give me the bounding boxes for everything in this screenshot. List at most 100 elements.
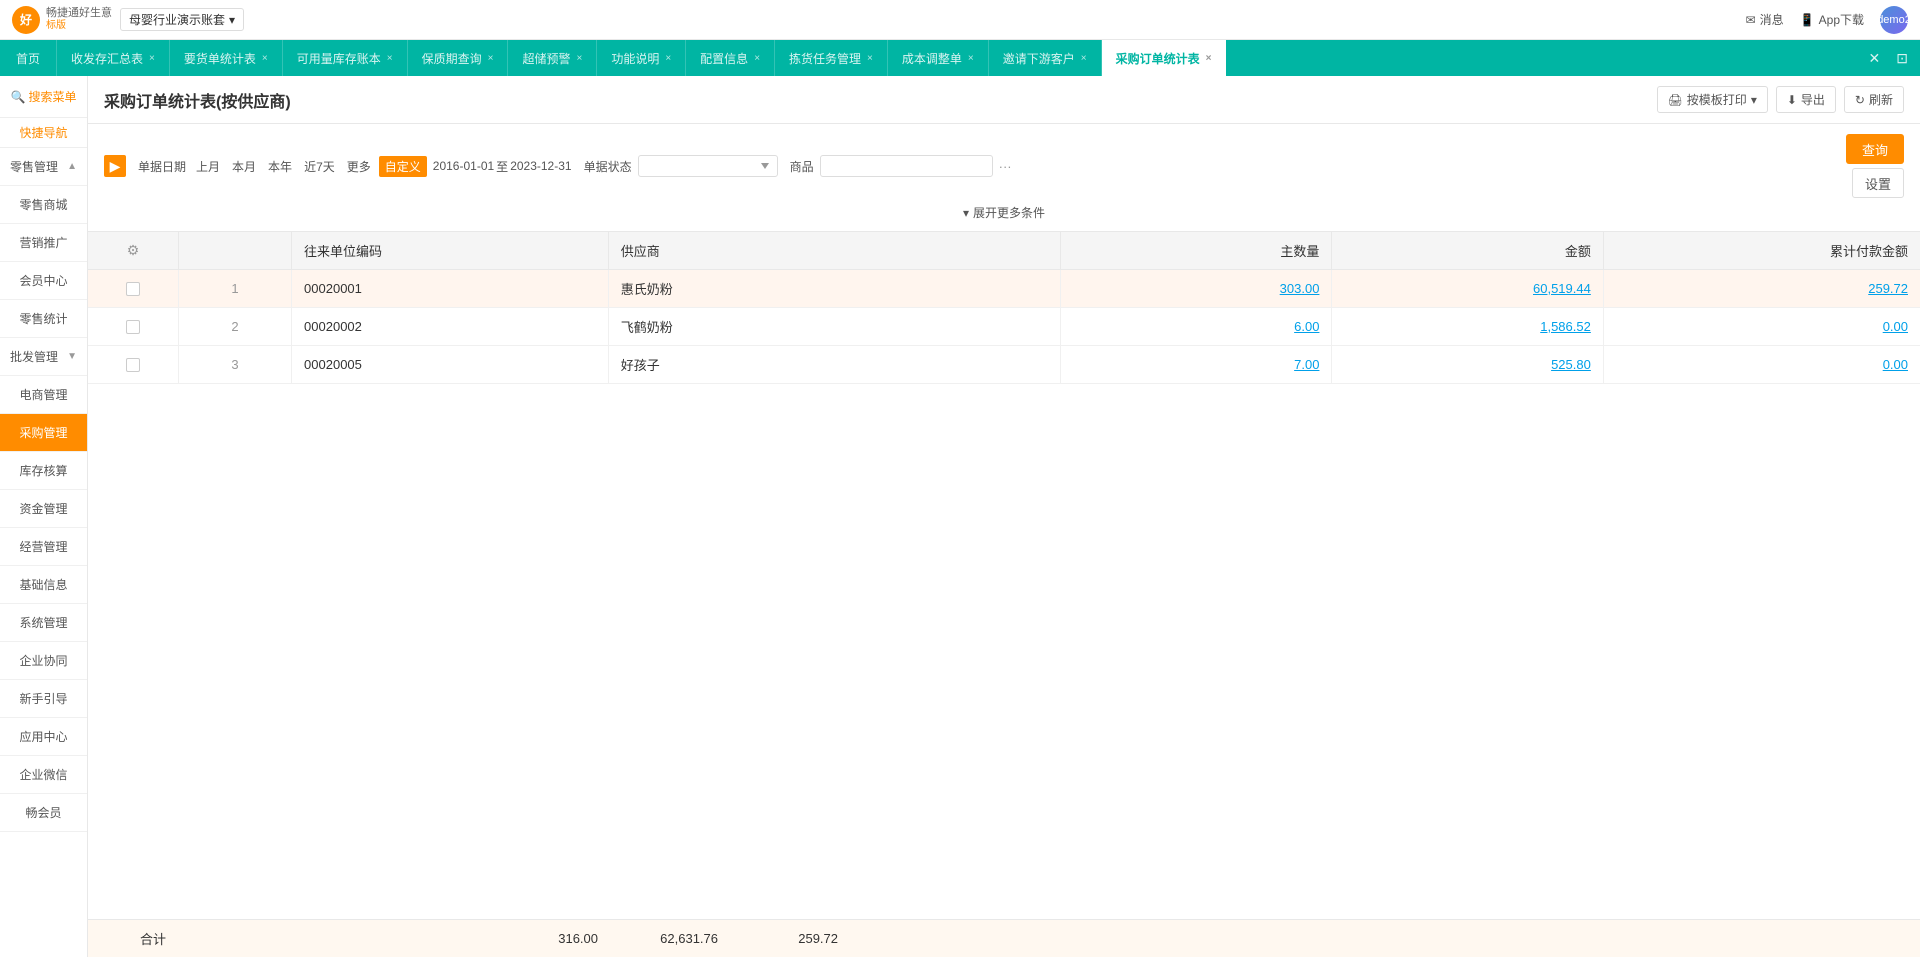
sidebar-item-vip[interactable]: 畅会员 bbox=[0, 794, 87, 832]
date-btn-more[interactable]: 更多 bbox=[343, 156, 375, 177]
tab-order-stats[interactable]: 要货单统计表 × bbox=[170, 40, 283, 76]
page-header: 采购订单统计表(按供应商) 🖨 按模板打印 ▾ ⬇ 导出 ↻ 刷新 bbox=[88, 76, 1920, 124]
sidebar-item-app-center[interactable]: 应用中心 bbox=[0, 718, 87, 756]
tab-func-desc[interactable]: 功能说明 × bbox=[597, 40, 686, 76]
table-row[interactable]: 1 00020001 惠氏奶粉 303.00 60,519.44 259.72 bbox=[88, 270, 1920, 308]
row-checkbox[interactable] bbox=[126, 320, 140, 334]
row-checkbox[interactable] bbox=[126, 358, 140, 372]
tab-close-icon[interactable]: × bbox=[488, 53, 494, 64]
sidebar-item-basic[interactable]: 基础信息 bbox=[0, 566, 87, 604]
row-paid[interactable]: 0.00 bbox=[1603, 308, 1920, 346]
row-supplier: 惠氏奶粉 bbox=[608, 270, 1060, 308]
expand-conditions-btn[interactable]: ▾ 展开更多条件 bbox=[963, 204, 1045, 221]
export-icon: ⬇ bbox=[1787, 93, 1797, 107]
date-btn-custom[interactable]: 自定义 bbox=[379, 156, 427, 177]
sidebar-item-member[interactable]: 会员中心 bbox=[0, 262, 87, 300]
row-amount[interactable]: 60,519.44 bbox=[1332, 270, 1603, 308]
app-download-btn[interactable]: 📱 App下载 bbox=[1800, 11, 1864, 28]
logo-icon: 好 bbox=[12, 6, 40, 34]
sidebar-item-retail[interactable]: 零售管理 ▲ bbox=[0, 148, 87, 186]
tab-close-icon[interactable]: × bbox=[665, 53, 671, 64]
goods-input[interactable] bbox=[820, 155, 993, 177]
tab-recv-send[interactable]: 收发存汇总表 × bbox=[57, 40, 170, 76]
footer-amount: 62,631.76 bbox=[610, 931, 730, 946]
sidebar-item-wholesale[interactable]: 批发管理 ▼ bbox=[0, 338, 87, 376]
tab-purchase-stats[interactable]: 采购订单统计表 × bbox=[1102, 40, 1227, 76]
sidebar-item-wechat[interactable]: 企业微信 bbox=[0, 756, 87, 794]
sidebar-item-operation[interactable]: 经营管理 bbox=[0, 528, 87, 566]
sidebar-item-system[interactable]: 系统管理 bbox=[0, 604, 87, 642]
date-label: 单据日期 bbox=[138, 158, 186, 175]
sidebar-item-purchase[interactable]: 采购管理 bbox=[0, 414, 87, 452]
more-icon[interactable]: ··· bbox=[999, 159, 1012, 174]
sidebar-item-marketing[interactable]: 营销推广 bbox=[0, 224, 87, 262]
sidebar-item-enterprise[interactable]: 企业协同 bbox=[0, 642, 87, 680]
row-qty[interactable]: 7.00 bbox=[1061, 346, 1332, 384]
date-btn-this-year[interactable]: 本年 bbox=[264, 156, 296, 177]
table-row[interactable]: 3 00020005 好孩子 7.00 525.80 0.00 bbox=[88, 346, 1920, 384]
row-checkbox[interactable] bbox=[126, 282, 140, 296]
filter-area: ▶ 单据日期 上月 本月 本年 近7天 更多 自定义 2016-01-01 至 bbox=[88, 124, 1920, 232]
col-header-supplier: 供应商 bbox=[608, 232, 1060, 270]
tab-close-icon[interactable]: × bbox=[1206, 53, 1212, 64]
row-amount[interactable]: 1,586.52 bbox=[1332, 308, 1603, 346]
tab-stock-book[interactable]: 可用量库存账本 × bbox=[283, 40, 408, 76]
col-header-paid: 累计付款金额 bbox=[1603, 232, 1920, 270]
search-menu-btn[interactable]: 🔍 搜索菜单 bbox=[6, 84, 81, 109]
tab-overstock[interactable]: 超储预警 × bbox=[508, 40, 597, 76]
nav-maximize-btn[interactable]: ⊡ bbox=[1892, 48, 1912, 69]
sidebar-item-ecommerce[interactable]: 电商管理 bbox=[0, 376, 87, 414]
user-avatar[interactable]: demo2 bbox=[1880, 6, 1908, 34]
tab-pick-task[interactable]: 拣货任务管理 × bbox=[775, 40, 888, 76]
refresh-icon: ↻ bbox=[1855, 93, 1865, 107]
date-filter-group: 单据日期 上月 本月 本年 近7天 更多 自定义 2016-01-01 至 20… bbox=[138, 156, 572, 177]
tab-home[interactable]: 首页 bbox=[0, 40, 57, 76]
row-paid[interactable]: 0.00 bbox=[1603, 346, 1920, 384]
refresh-btn[interactable]: ↻ 刷新 bbox=[1844, 86, 1904, 113]
tab-invite-down[interactable]: 邀请下游客户 × bbox=[989, 40, 1102, 76]
tab-close-icon[interactable]: × bbox=[1081, 53, 1087, 64]
column-settings-icon[interactable]: ⚙ bbox=[127, 242, 140, 258]
sidebar-item-retail-stats[interactable]: 零售统计 bbox=[0, 300, 87, 338]
tab-close-icon[interactable]: × bbox=[867, 53, 873, 64]
tab-close-icon[interactable]: × bbox=[149, 53, 155, 64]
sidebar-item-guide[interactable]: 新手引导 bbox=[0, 680, 87, 718]
tab-cost-adj[interactable]: 成本调整单 × bbox=[888, 40, 989, 76]
status-select[interactable] bbox=[638, 155, 778, 177]
message-btn[interactable]: ✉ 消息 bbox=[1746, 11, 1784, 28]
tab-config[interactable]: 配置信息 × bbox=[686, 40, 775, 76]
tab-close-icon[interactable]: × bbox=[262, 53, 268, 64]
workspace-selector[interactable]: 母婴行业演示账套 ▾ bbox=[120, 8, 244, 31]
row-check-cell bbox=[88, 308, 178, 346]
logo-text: 畅捷通好生意 标版 bbox=[46, 7, 112, 32]
row-qty[interactable]: 303.00 bbox=[1061, 270, 1332, 308]
chevron-icon: ▲ bbox=[67, 161, 77, 172]
nav-tabs-end: ✕ ⊡ bbox=[1857, 48, 1920, 69]
page-actions: 🖨 按模板打印 ▾ ⬇ 导出 ↻ 刷新 bbox=[1657, 86, 1904, 113]
table-row[interactable]: 2 00020002 飞鹤奶粉 6.00 1,586.52 0.00 bbox=[88, 308, 1920, 346]
query-btn[interactable]: 查询 bbox=[1846, 134, 1904, 164]
row-check-cell bbox=[88, 346, 178, 384]
date-btn-this-month[interactable]: 本月 bbox=[228, 156, 260, 177]
template-print-btn[interactable]: 🖨 按模板打印 ▾ bbox=[1657, 86, 1768, 113]
sidebar-item-inventory[interactable]: 库存核算 bbox=[0, 452, 87, 490]
row-code: 00020001 bbox=[292, 270, 609, 308]
row-amount[interactable]: 525.80 bbox=[1332, 346, 1603, 384]
date-btn-7days[interactable]: 近7天 bbox=[300, 156, 339, 177]
nav-close-btn[interactable]: ✕ bbox=[1865, 48, 1885, 69]
col-header-qty: 主数量 bbox=[1061, 232, 1332, 270]
filter-toggle-btn[interactable]: ▶ bbox=[104, 155, 126, 177]
row-paid[interactable]: 259.72 bbox=[1603, 270, 1920, 308]
date-btn-last-month[interactable]: 上月 bbox=[192, 156, 224, 177]
settings-btn[interactable]: 设置 bbox=[1852, 168, 1904, 198]
sidebar-item-retail-shop[interactable]: 零售商城 bbox=[0, 186, 87, 224]
quick-nav-btn[interactable]: 快捷导航 bbox=[0, 118, 87, 148]
sidebar-item-finance[interactable]: 资金管理 bbox=[0, 490, 87, 528]
tab-close-icon[interactable]: × bbox=[968, 53, 974, 64]
row-qty[interactable]: 6.00 bbox=[1061, 308, 1332, 346]
tab-expiry[interactable]: 保质期查询 × bbox=[408, 40, 509, 76]
tab-close-icon[interactable]: × bbox=[576, 53, 582, 64]
tab-close-icon[interactable]: × bbox=[754, 53, 760, 64]
export-btn[interactable]: ⬇ 导出 bbox=[1776, 86, 1836, 113]
tab-close-icon[interactable]: × bbox=[387, 53, 393, 64]
